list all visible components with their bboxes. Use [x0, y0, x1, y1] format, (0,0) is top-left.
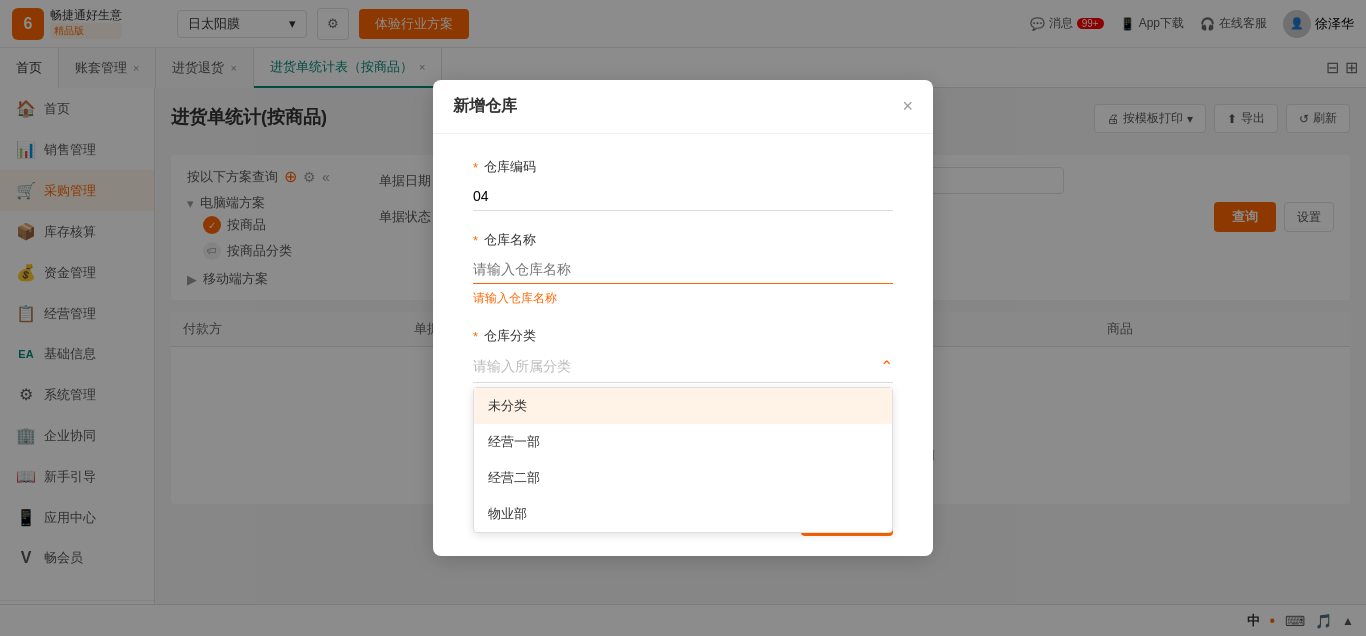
category-select-wrap: 请输入所属分类 ⌃ 未分类 经营一部 经营二部 [473, 351, 893, 383]
category-placeholder: 请输入所属分类 [473, 358, 571, 376]
warehouse-name-field: * 仓库名称 请输入仓库名称 [473, 231, 893, 307]
property-label: 物业部 [488, 506, 527, 521]
warehouse-name-label: 仓库名称 [484, 231, 536, 249]
dropdown-item-ops2[interactable]: 经营二部 [474, 460, 892, 496]
category-dropdown-list: 未分类 经营一部 经营二部 物业部 [473, 387, 893, 533]
warehouse-code-field: * 仓库编码 [473, 158, 893, 211]
ops2-label: 经营二部 [488, 470, 540, 485]
code-required-star: * [473, 160, 478, 175]
modal-overlay[interactable]: 新增仓库 × * 仓库编码 * 仓库名称 请输入仓库名称 [0, 0, 1366, 636]
dialog-body: * 仓库编码 * 仓库名称 请输入仓库名称 * 仓库分类 [433, 134, 933, 500]
chevron-up-icon: ⌃ [880, 357, 893, 376]
category-required-star: * [473, 329, 478, 344]
dropdown-item-ops1[interactable]: 经营一部 [474, 424, 892, 460]
dropdown-item-property[interactable]: 物业部 [474, 496, 892, 532]
dialog-close-button[interactable]: × [902, 96, 913, 117]
warehouse-category-label: 仓库分类 [484, 327, 536, 345]
dialog-header: 新增仓库 × [433, 80, 933, 134]
warehouse-name-error: 请输入仓库名称 [473, 290, 893, 307]
add-warehouse-dialog: 新增仓库 × * 仓库编码 * 仓库名称 请输入仓库名称 [433, 80, 933, 556]
warehouse-category-field: * 仓库分类 请输入所属分类 ⌃ 未分类 经营一部 [473, 327, 893, 383]
warehouse-code-input[interactable] [473, 182, 893, 211]
name-required-star: * [473, 233, 478, 248]
dropdown-item-uncategorized[interactable]: 未分类 [474, 388, 892, 424]
ops1-label: 经营一部 [488, 434, 540, 449]
dialog-title: 新增仓库 [453, 96, 517, 117]
category-select-input[interactable]: 请输入所属分类 ⌃ [473, 351, 893, 383]
uncategorized-label: 未分类 [488, 398, 527, 413]
warehouse-code-label: 仓库编码 [484, 158, 536, 176]
warehouse-name-input[interactable] [473, 255, 893, 284]
